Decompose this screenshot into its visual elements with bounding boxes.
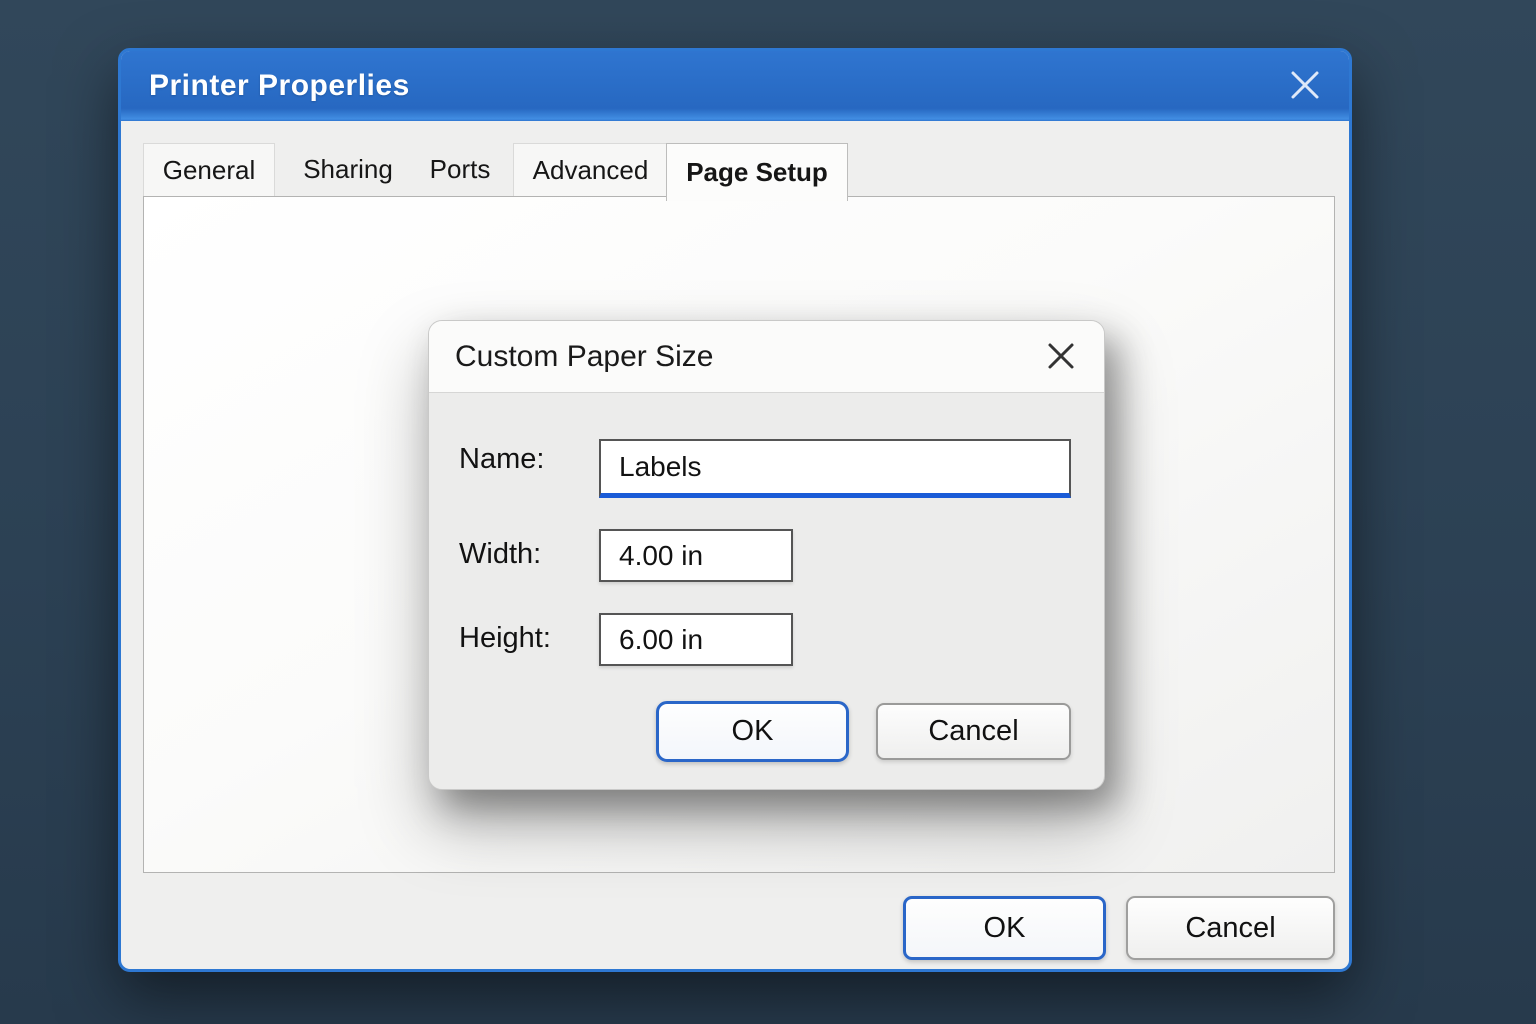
custom-paper-size-dialog: Custom Paper Size Name: Width: Height: O…	[428, 320, 1105, 790]
main-cancel-button[interactable]: Cancel	[1126, 896, 1335, 960]
dialog-close-button[interactable]	[1040, 337, 1082, 379]
window-titlebar: Printer Properlies	[121, 51, 1349, 121]
width-input[interactable]	[599, 529, 793, 582]
close-icon	[1288, 68, 1322, 107]
dialog-ok-button[interactable]: OK	[656, 701, 849, 762]
dialog-title: Custom Paper Size	[455, 339, 714, 373]
dialog-cancel-button[interactable]: Cancel	[876, 703, 1071, 760]
window-title: Printer Properlies	[149, 69, 410, 102]
dialog-titlebar: Custom Paper Size	[429, 321, 1104, 393]
desktop-background: Printer Properlies General Sharing Ports…	[0, 0, 1536, 1024]
tab-advanced[interactable]: Advanced	[513, 143, 668, 196]
name-label: Name:	[459, 443, 545, 475]
height-label: Height:	[459, 622, 551, 654]
name-input[interactable]	[599, 439, 1071, 498]
window-close-button[interactable]	[1283, 65, 1327, 109]
tab-sharing[interactable]: Sharing	[289, 143, 407, 196]
tab-general[interactable]: General	[143, 143, 275, 196]
tab-page-setup[interactable]: Page Setup	[666, 143, 848, 201]
main-ok-button[interactable]: OK	[903, 896, 1106, 960]
width-label: Width:	[459, 538, 542, 570]
close-icon	[1045, 340, 1077, 377]
tab-ports[interactable]: Ports	[417, 143, 503, 196]
height-input[interactable]	[599, 613, 793, 666]
